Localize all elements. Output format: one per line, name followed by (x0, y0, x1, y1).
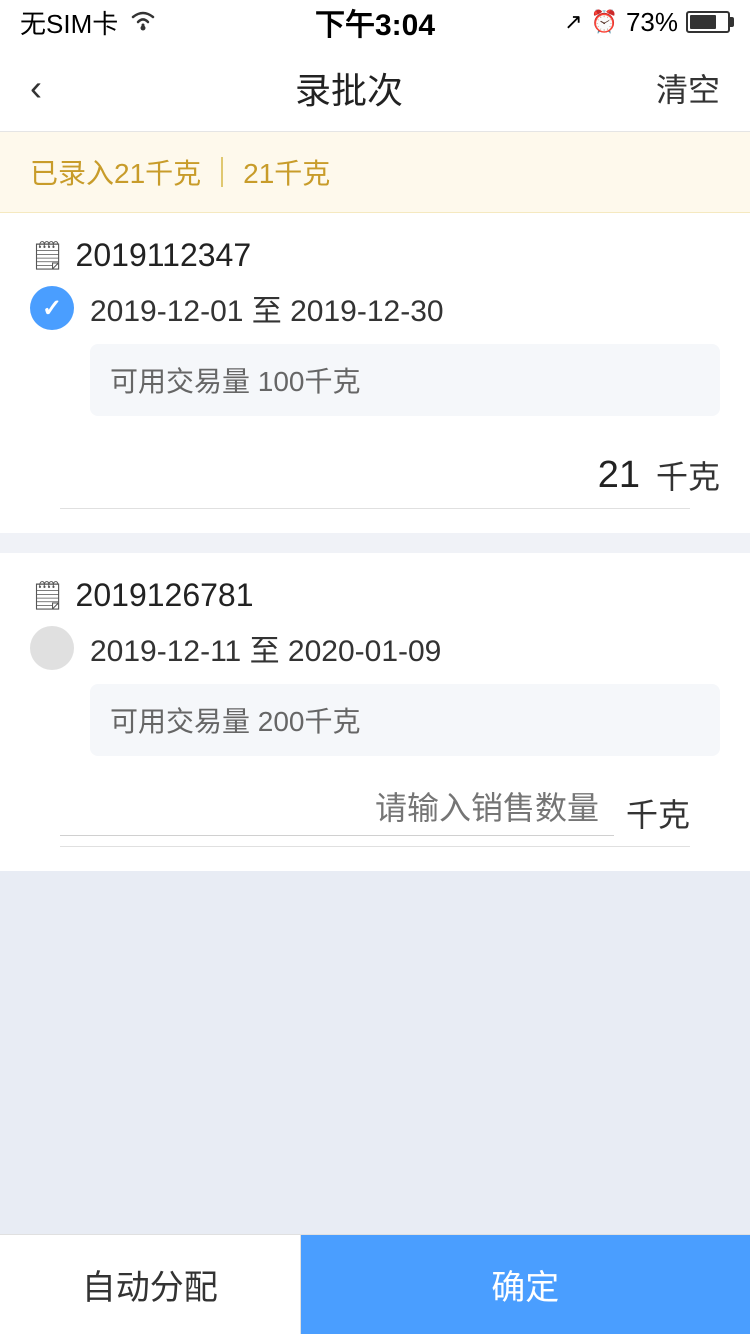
confirm-button[interactable]: 确定 (301, 1235, 750, 1334)
batch2-row[interactable]: 2019-12-11 至 2020-01-09 (30, 626, 720, 670)
batch1-row[interactable]: 2019-12-01 至 2019-12-30 (30, 286, 720, 330)
batch-item-1: 🗒 2019112347 2019-12-01 至 2019-12-30 可用交… (0, 213, 750, 533)
radio-unchecked-2[interactable] (30, 626, 74, 670)
alarm-icon: ⏰ (591, 9, 618, 35)
batch1-quantity-row: 21 千克 (30, 436, 720, 508)
section-divider (0, 533, 750, 553)
page-title: 录批次 (295, 62, 403, 114)
doc-icon-2: 🗒 (30, 579, 66, 612)
batch2-divider (60, 846, 690, 847)
status-time: 下午3:04 (315, 0, 435, 44)
info-label: 已录入21千克 (30, 152, 201, 192)
batch-item-2: 🗒 2019126781 2019-12-11 至 2020-01-09 可用交… (0, 553, 750, 871)
batch1-header: 🗒 2019112347 (30, 237, 720, 274)
batch2-date: 2019-12-11 至 2020-01-09 (90, 626, 441, 670)
nav-bar: ‹ 录批次 清空 (0, 44, 750, 132)
carrier-text: 无SIM卡 (20, 4, 118, 41)
batch2-availability: 可用交易量 200千克 (90, 684, 720, 756)
batch1-quantity-unit: 千克 (656, 452, 720, 498)
batch1-date: 2019-12-01 至 2019-12-30 (90, 286, 444, 330)
batch1-quantity-value: 21 (598, 454, 640, 497)
status-left: 无SIM卡 (20, 4, 158, 41)
auto-assign-button[interactable]: 自动分配 (0, 1235, 301, 1334)
info-value: 21千克 (243, 152, 330, 192)
location-icon: ↗ (564, 9, 582, 35)
battery-percent: 73% (626, 7, 678, 38)
back-button[interactable]: ‹ (30, 67, 42, 109)
batch2-id: 2019126781 (76, 577, 254, 614)
batch2-input-row: 千克 (30, 776, 720, 846)
status-right: ↗ ⏰ 73% (564, 7, 730, 38)
quantity-input-2[interactable] (314, 790, 614, 827)
clear-button[interactable]: 清空 (656, 65, 720, 111)
info-banner: 已录入21千克 21千克 (0, 132, 750, 213)
battery-icon (686, 11, 730, 33)
wifi-icon (128, 7, 158, 38)
batch1-id: 2019112347 (76, 237, 252, 274)
radio-checked-1[interactable] (30, 286, 74, 330)
status-bar: 无SIM卡 下午3:04 ↗ ⏰ 73% (0, 0, 750, 44)
batch2-header: 🗒 2019126781 (30, 577, 720, 614)
quantity-input-wrapper[interactable] (60, 790, 614, 836)
doc-icon-1: 🗒 (30, 239, 66, 272)
bottom-bar: 自动分配 确定 (0, 1234, 750, 1334)
batch1-divider (60, 508, 690, 509)
batch2-unit: 千克 (626, 790, 690, 836)
banner-divider (221, 157, 223, 187)
batch1-availability: 可用交易量 100千克 (90, 344, 720, 416)
